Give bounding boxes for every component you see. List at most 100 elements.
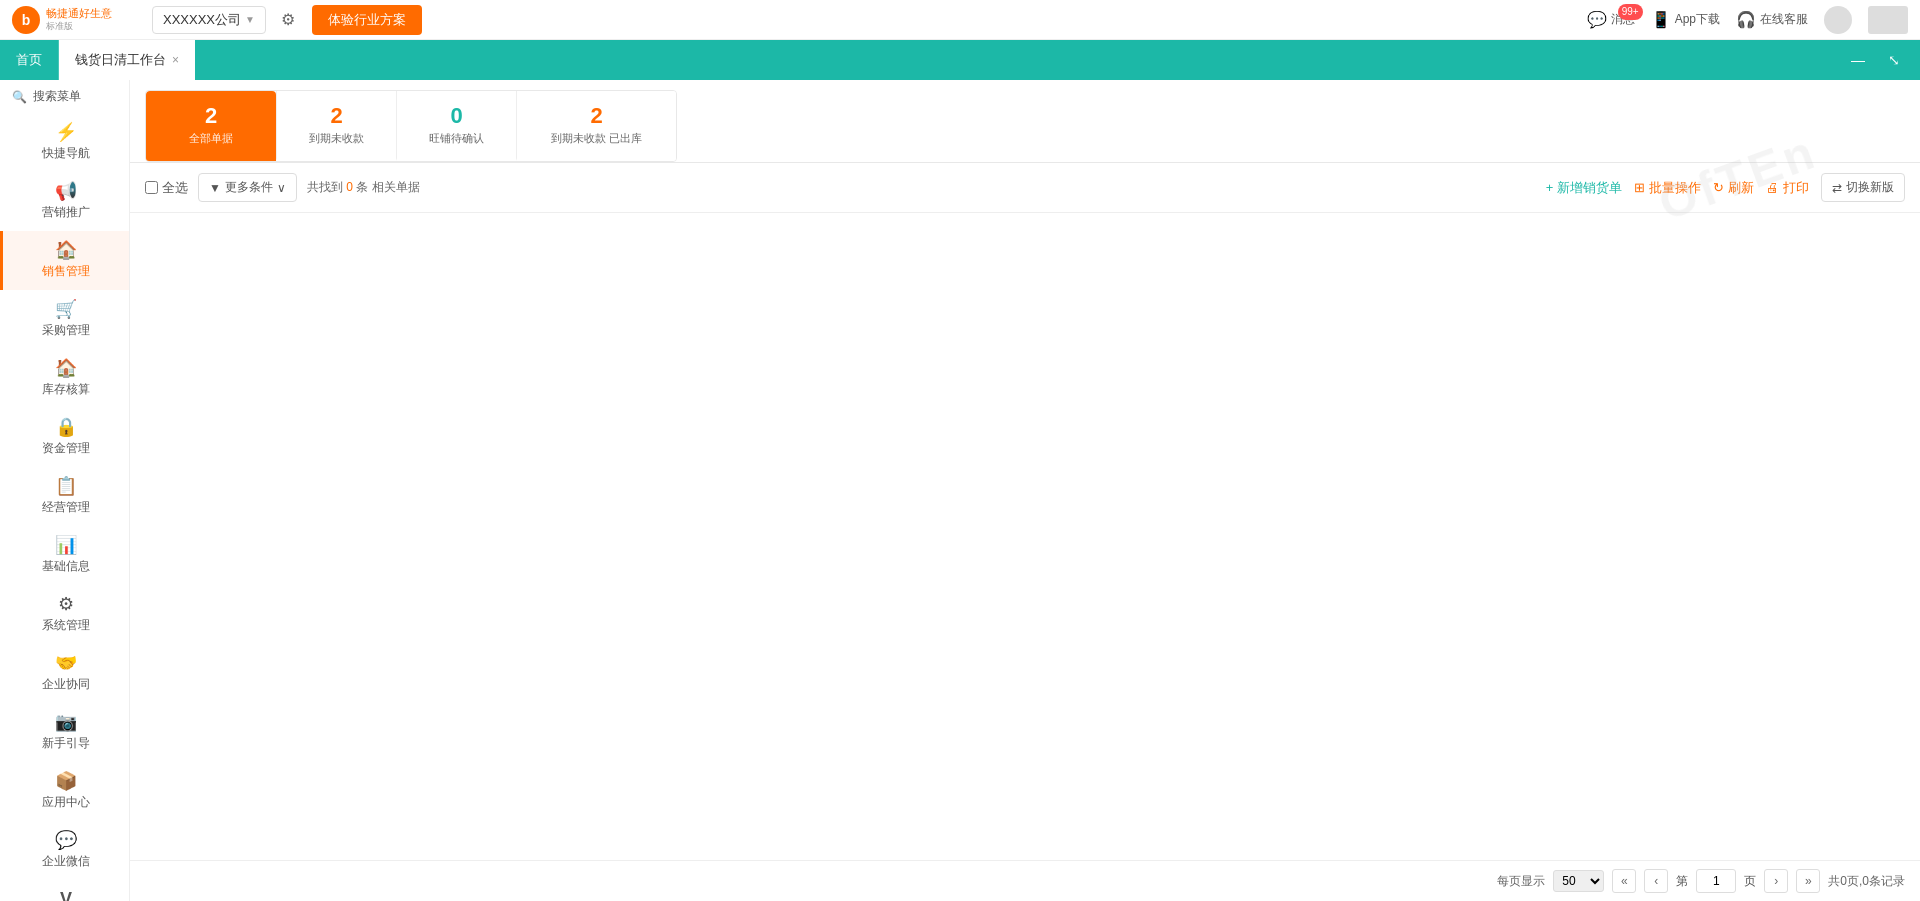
system-icon: ⚙ xyxy=(58,595,74,613)
first-page-button[interactable]: « xyxy=(1612,869,1636,893)
page-label-of: 页 xyxy=(1744,873,1756,890)
stats-tabs-wrapper: 2 全部单据 2 到期未收款 0 旺铺待确认 2 到期未收款 已出库 xyxy=(130,80,1920,163)
switch-icon: ⇄ xyxy=(1832,181,1842,195)
app-download-button[interactable]: 📱 App下载 xyxy=(1651,10,1720,29)
sidebar-item-marketing[interactable]: 📢 营销推广 xyxy=(0,172,129,231)
toolbar: 全选 ▼ 更多条件 ∨ 共找到 0 条 相关单据 + 新增销货单 ⊞ 批量操作 … xyxy=(130,163,1920,213)
sidebar: 🔍 搜索菜单 ⚡ 快捷导航 📢 营销推广 🏠 销售管理 🛒 采购管理 🏠 库存核… xyxy=(0,80,130,901)
stats-tabs: 2 全部单据 2 到期未收款 0 旺铺待确认 2 到期未收款 已出库 xyxy=(145,90,677,162)
operation-icon: 📋 xyxy=(55,477,77,495)
settings-icon[interactable]: ⚙ xyxy=(274,6,302,34)
found-text: 共找到 0 条 相关单据 xyxy=(307,179,420,196)
select-all-input[interactable] xyxy=(145,181,158,194)
marketing-icon: 📢 xyxy=(55,182,77,200)
app-center-icon: 📦 xyxy=(55,772,77,790)
minimize-icon[interactable]: — xyxy=(1844,46,1872,74)
sidebar-item-inventory[interactable]: 🏠 库存核算 xyxy=(0,349,129,408)
tab-work-station[interactable]: 钱货日清工作台 × xyxy=(59,40,195,80)
batch-icon: ⊞ xyxy=(1634,180,1645,195)
found-num: 0 xyxy=(346,180,353,194)
avatar[interactable] xyxy=(1824,6,1852,34)
filter-button[interactable]: ▼ 更多条件 ∨ xyxy=(198,173,297,202)
sidebar-item-label: 企业微信 xyxy=(42,853,90,870)
try-industry-button[interactable]: 体验行业方案 xyxy=(312,5,422,35)
message-button[interactable]: 💬 消息 99+ xyxy=(1587,10,1635,29)
stat-num-pending: 0 xyxy=(450,103,462,129)
sidebar-item-guide[interactable]: 📷 新手引导 xyxy=(0,703,129,762)
stat-label-shipped: 到期未收款 已出库 xyxy=(551,131,642,146)
logo-area: b 畅捷通好生意 标准版 xyxy=(12,6,142,34)
sidebar-item-label: 基础信息 xyxy=(42,558,90,575)
next-page-button[interactable]: › xyxy=(1764,869,1788,893)
purchase-icon: 🛒 xyxy=(55,300,77,318)
refresh-label: 刷新 xyxy=(1728,179,1754,197)
stat-label-overdue: 到期未收款 xyxy=(309,131,364,146)
add-sales-order-button[interactable]: + 新增销货单 xyxy=(1546,179,1622,197)
sidebar-item-basic-info[interactable]: 📊 基础信息 xyxy=(0,526,129,585)
sidebar-item-weixin[interactable]: 💬 企业微信 xyxy=(0,821,129,880)
stat-tab-all[interactable]: 2 全部单据 xyxy=(146,91,276,161)
sidebar-item-label: 快捷导航 xyxy=(42,145,90,162)
print-label: 打印 xyxy=(1783,179,1809,197)
table-area xyxy=(130,213,1920,860)
sidebar-item-operation[interactable]: 📋 经营管理 xyxy=(0,467,129,526)
sidebar-item-system[interactable]: ⚙ 系统管理 xyxy=(0,585,129,644)
sidebar-item-member[interactable]: V 畅会员 xyxy=(0,880,129,901)
basic-info-icon: 📊 xyxy=(55,536,77,554)
sidebar-item-cooperation[interactable]: 🤝 企业协同 xyxy=(0,644,129,703)
sidebar-item-purchase[interactable]: 🛒 采购管理 xyxy=(0,290,129,349)
stat-tab-overdue[interactable]: 2 到期未收款 xyxy=(276,91,396,161)
batch-label: 批量操作 xyxy=(1649,179,1701,197)
company-selector[interactable]: XXXXXX公司 ▼ xyxy=(152,6,266,34)
maximize-icon[interactable]: ⤡ xyxy=(1880,46,1908,74)
stat-num-overdue: 2 xyxy=(330,103,342,129)
sidebar-item-label: 资金管理 xyxy=(42,440,90,457)
sidebar-item-label: 销售管理 xyxy=(42,263,90,280)
user-name-area[interactable] xyxy=(1868,6,1908,34)
refresh-button[interactable]: ↻ 刷新 xyxy=(1713,179,1754,197)
main-layout: 🔍 搜索菜单 ⚡ 快捷导航 📢 营销推广 🏠 销售管理 🛒 采购管理 🏠 库存核… xyxy=(0,80,1920,901)
app-badge: 标准版 xyxy=(46,20,112,33)
online-service-button[interactable]: 🎧 在线客服 xyxy=(1736,10,1808,29)
sidebar-item-label: 新手引导 xyxy=(42,735,90,752)
close-icon[interactable]: × xyxy=(172,53,179,67)
top-right: 💬 消息 99+ 📱 App下载 🎧 在线客服 xyxy=(1587,6,1908,34)
sidebar-item-quick-nav[interactable]: ⚡ 快捷导航 xyxy=(0,113,129,172)
inventory-icon: 🏠 xyxy=(55,359,77,377)
finance-icon: 🔒 xyxy=(55,418,77,436)
filter-icon: ▼ xyxy=(209,181,221,195)
message-badge: 99+ xyxy=(1618,4,1643,20)
select-all-checkbox[interactable]: 全选 xyxy=(145,179,188,197)
sidebar-item-app-center[interactable]: 📦 应用中心 xyxy=(0,762,129,821)
sidebar-item-sales[interactable]: 🏠 销售管理 xyxy=(0,231,129,290)
tab-bar-right: — ⤡ xyxy=(1844,46,1920,74)
total-info: 共0页,0条记录 xyxy=(1828,873,1905,890)
refresh-icon: ↻ xyxy=(1713,180,1724,195)
page-size-select[interactable]: 50 100 200 xyxy=(1553,870,1604,892)
tab-label: 钱货日清工作台 xyxy=(75,51,166,69)
print-button[interactable]: 🖨 打印 xyxy=(1766,179,1809,197)
stat-tab-shipped[interactable]: 2 到期未收款 已出库 xyxy=(516,91,676,161)
stat-label-all: 全部单据 xyxy=(189,131,233,146)
cooperation-icon: 🤝 xyxy=(55,654,77,672)
chevron-down-icon: ▼ xyxy=(245,14,255,25)
switch-version-button[interactable]: ⇄ 切换新版 xyxy=(1821,173,1905,202)
company-name: XXXXXX公司 xyxy=(163,11,241,29)
page-input[interactable] xyxy=(1696,869,1736,893)
filter-label: 更多条件 xyxy=(225,179,273,196)
tab-home[interactable]: 首页 xyxy=(0,40,59,80)
prev-page-button[interactable]: ‹ xyxy=(1644,869,1668,893)
stat-tab-pending[interactable]: 0 旺铺待确认 xyxy=(396,91,516,161)
sidebar-item-label: 应用中心 xyxy=(42,794,90,811)
sidebar-item-label: 库存核算 xyxy=(42,381,90,398)
page-label: 第 xyxy=(1676,873,1688,890)
app-download-label: App下载 xyxy=(1675,11,1720,28)
batch-operation-button[interactable]: ⊞ 批量操作 xyxy=(1634,179,1701,197)
print-icon: 🖨 xyxy=(1766,180,1779,195)
last-page-button[interactable]: » xyxy=(1796,869,1820,893)
sidebar-item-finance[interactable]: 🔒 资金管理 xyxy=(0,408,129,467)
content-area: 2 全部单据 2 到期未收款 0 旺铺待确认 2 到期未收款 已出库 xyxy=(130,80,1920,901)
logo-icon: b xyxy=(12,6,40,34)
search-menu-item[interactable]: 🔍 搜索菜单 xyxy=(0,80,129,113)
stat-num-all: 2 xyxy=(205,103,217,129)
